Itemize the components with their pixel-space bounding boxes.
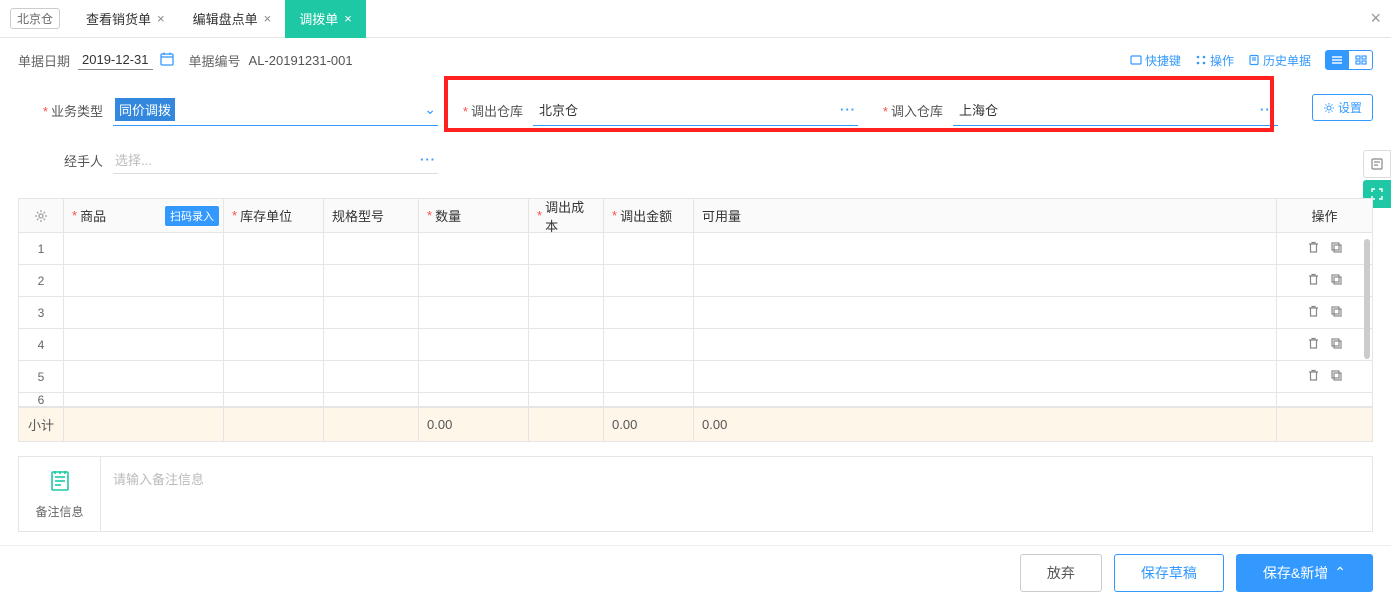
subtotal-avail: 0.00 <box>694 408 1277 441</box>
footer-actions: 放弃 保存草稿 保存&新增 ⌃ <box>0 545 1391 599</box>
side-note-icon[interactable] <box>1363 150 1391 178</box>
close-icon[interactable]: × <box>157 11 165 26</box>
col-product: *商品 扫码录入 <box>64 199 224 232</box>
close-icon[interactable]: × <box>344 11 352 26</box>
tab-label: 查看销货单 <box>86 9 151 28</box>
save-add-button[interactable]: 保存&新增 ⌃ <box>1236 554 1373 592</box>
discard-button[interactable]: 放弃 <box>1020 554 1102 592</box>
copy-icon[interactable] <box>1330 241 1343 257</box>
biz-type-value: 同价调拨 <box>115 98 175 121</box>
link-label: 快捷键 <box>1145 52 1181 69</box>
delete-icon[interactable] <box>1307 369 1320 385</box>
close-panel-icon[interactable]: × <box>1370 8 1381 29</box>
table-row[interactable]: 3 <box>19 297 1372 329</box>
field-handler: 经手人 选择... ··· <box>18 146 438 174</box>
col-amount: *调出金额 <box>604 199 694 232</box>
copy-icon[interactable] <box>1330 369 1343 385</box>
chevron-down-icon: ⌄ <box>424 101 436 118</box>
handler-select[interactable]: 选择... ··· <box>113 146 438 174</box>
field-biz-type: *业务类型 同价调拨 ⌄ <box>18 94 438 126</box>
field-out-warehouse: *调出仓库 北京仓 ··· <box>438 94 858 126</box>
table-subtotal: 小计 0.00 0.00 0.00 <box>19 407 1372 441</box>
copy-icon[interactable] <box>1330 273 1343 289</box>
items-table: *商品 扫码录入 *库存单位 规格型号 *数量 *调出成本 *调出金额 可用量 … <box>18 198 1373 442</box>
link-label: 历史单据 <box>1263 52 1311 69</box>
form-area: *业务类型 同价调拨 ⌄ *调出仓库 北京仓 ··· *调入仓库 上海仓 ···… <box>0 82 1391 194</box>
col-spec: 规格型号 <box>324 199 419 232</box>
note-icon <box>48 469 72 499</box>
tab-label: 编辑盘点单 <box>193 9 258 28</box>
remark-title: 备注信息 <box>35 503 83 520</box>
shortcut-link[interactable]: 快捷键 <box>1130 52 1181 69</box>
col-unit: *库存单位 <box>224 199 324 232</box>
in-warehouse-select[interactable]: 上海仓 ··· <box>953 94 1278 126</box>
field-label: 经手人 <box>64 154 103 169</box>
field-label: 调出仓库 <box>471 104 523 119</box>
settings-button[interactable]: 设置 <box>1312 94 1373 121</box>
col-cost: *调出成本 <box>529 199 604 232</box>
close-icon[interactable]: × <box>264 11 272 26</box>
delete-icon[interactable] <box>1307 305 1320 321</box>
view-grid-icon[interactable] <box>1349 50 1373 70</box>
more-icon: ··· <box>420 152 436 167</box>
delete-icon[interactable] <box>1307 337 1320 353</box>
save-add-label: 保存&新增 <box>1263 563 1328 583</box>
location-badge: 北京仓 <box>10 8 60 29</box>
save-draft-button[interactable]: 保存草稿 <box>1114 554 1224 592</box>
tab-edit-inventory[interactable]: 编辑盘点单 × <box>179 0 286 38</box>
remark-box: 备注信息 请输入备注信息 <box>18 456 1373 532</box>
out-warehouse-select[interactable]: 北京仓 ··· <box>533 94 858 126</box>
docno-value: AL-20191231-001 <box>249 53 353 68</box>
table-header: *商品 扫码录入 *库存单位 规格型号 *数量 *调出成本 *调出金额 可用量 … <box>19 199 1372 233</box>
tab-bar: 北京仓 查看销货单 × 编辑盘点单 × 调拨单 × × <box>0 0 1391 38</box>
chevron-up-icon: ⌃ <box>1334 564 1346 581</box>
copy-icon[interactable] <box>1330 305 1343 321</box>
field-in-warehouse: *调入仓库 上海仓 ··· <box>858 94 1278 126</box>
field-label: 业务类型 <box>51 104 103 119</box>
docno-label: 单据编号 <box>189 51 241 70</box>
table-row[interactable]: 1 <box>19 233 1372 265</box>
copy-icon[interactable] <box>1330 337 1343 353</box>
history-link[interactable]: 历史单据 <box>1248 52 1311 69</box>
field-label: 调入仓库 <box>891 104 943 119</box>
tab-view-sales[interactable]: 查看销货单 × <box>72 0 179 38</box>
tab-label: 调拨单 <box>299 9 338 28</box>
table-body: 1 2 3 4 5 <box>19 233 1372 407</box>
col-available: 可用量 <box>694 199 1277 232</box>
handler-placeholder: 选择... <box>115 150 152 169</box>
table-row[interactable]: 5 <box>19 361 1372 393</box>
out-warehouse-value: 北京仓 <box>535 98 582 121</box>
link-label: 操作 <box>1210 52 1234 69</box>
delete-icon[interactable] <box>1307 241 1320 257</box>
table-row[interactable]: 2 <box>19 265 1372 297</box>
meta-bar: 单据日期 2019-12-31 单据编号 AL-20191231-001 快捷键… <box>0 38 1391 82</box>
col-qty: *数量 <box>419 199 529 232</box>
table-row[interactable]: 4 <box>19 329 1372 361</box>
remark-placeholder: 请输入备注信息 <box>113 472 204 487</box>
scan-input-tag[interactable]: 扫码录入 <box>165 206 219 226</box>
in-warehouse-value: 上海仓 <box>955 98 1002 121</box>
scrollbar[interactable] <box>1364 239 1370 359</box>
settings-label: 设置 <box>1338 99 1362 116</box>
remark-input[interactable]: 请输入备注信息 <box>101 457 1372 531</box>
subtotal-qty: 0.00 <box>419 408 529 441</box>
subtotal-amount: 0.00 <box>604 408 694 441</box>
operation-link[interactable]: 操作 <box>1195 52 1234 69</box>
delete-icon[interactable] <box>1307 273 1320 289</box>
calendar-icon[interactable] <box>159 51 175 70</box>
view-toggle <box>1325 50 1373 70</box>
more-icon: ··· <box>1260 102 1276 117</box>
date-input[interactable]: 2019-12-31 <box>78 50 153 70</box>
biz-type-select[interactable]: 同价调拨 ⌄ <box>113 94 438 126</box>
table-row[interactable]: 6 <box>19 393 1372 407</box>
gear-column[interactable] <box>19 199 64 232</box>
more-icon: ··· <box>840 102 856 117</box>
tab-transfer[interactable]: 调拨单 × <box>285 0 366 38</box>
col-ops: 操作 <box>1277 199 1372 232</box>
view-list-icon[interactable] <box>1325 50 1349 70</box>
date-label: 单据日期 <box>18 51 70 70</box>
subtotal-label: 小计 <box>19 408 64 441</box>
